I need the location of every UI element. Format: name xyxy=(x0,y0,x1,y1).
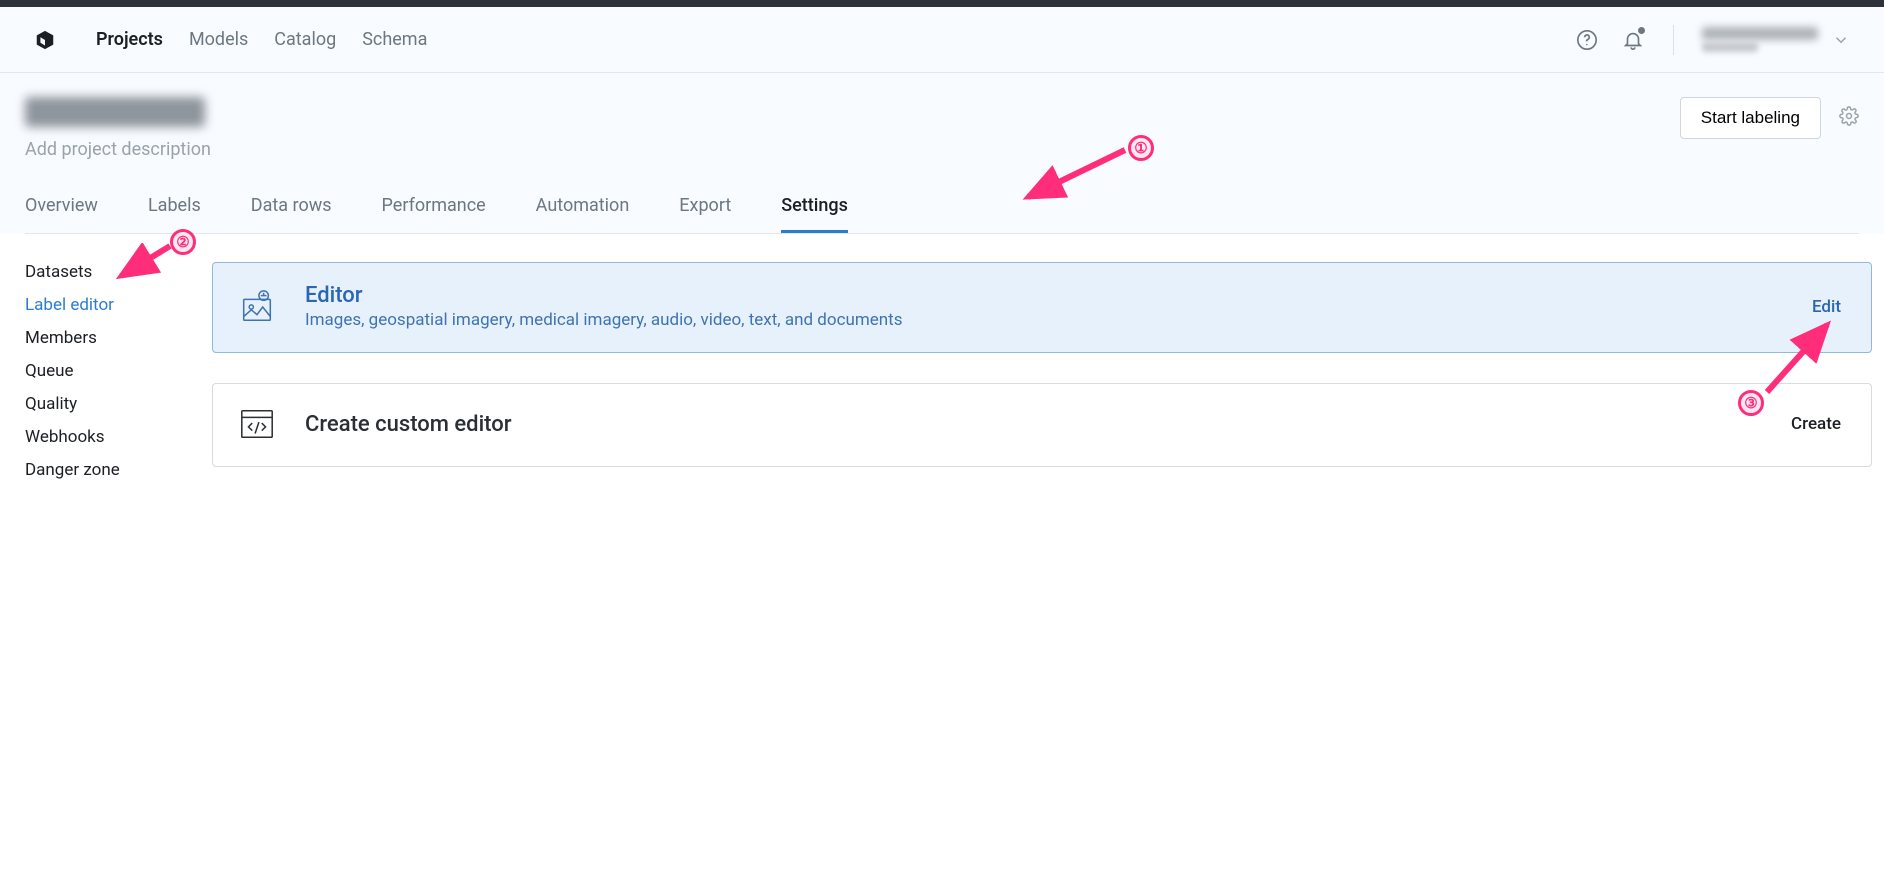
tab-performance[interactable]: Performance xyxy=(382,190,486,233)
nav-models[interactable]: Models xyxy=(189,29,248,50)
sidebar-item-danger-zone[interactable]: Danger zone xyxy=(25,460,180,480)
settings-body: Datasets Label editor Members Queue Qual… xyxy=(0,234,1884,508)
logo-icon[interactable] xyxy=(34,29,56,51)
project-description-placeholder[interactable]: Add project description xyxy=(25,139,211,160)
tab-data-rows[interactable]: Data rows xyxy=(251,190,332,233)
tab-export[interactable]: Export xyxy=(679,190,731,233)
project-title-redacted xyxy=(25,97,205,127)
sidebar-item-webhooks[interactable]: Webhooks xyxy=(25,427,180,447)
browser-top-bar xyxy=(0,0,1884,7)
primary-nav: Projects Models Catalog Schema xyxy=(96,29,427,50)
annotation-marker-2: ② xyxy=(170,229,196,255)
nav-catalog[interactable]: Catalog xyxy=(274,29,336,50)
tab-automation[interactable]: Automation xyxy=(536,190,630,233)
nav-projects[interactable]: Projects xyxy=(96,29,163,50)
user-menu[interactable] xyxy=(1702,27,1850,52)
settings-main: Editor Images, geospatial imagery, medic… xyxy=(212,262,1872,480)
header-actions xyxy=(1575,25,1850,55)
create-button[interactable]: Create xyxy=(1791,414,1841,434)
annotation-marker-3: ③ xyxy=(1738,390,1764,416)
start-labeling-button[interactable]: Start labeling xyxy=(1680,97,1821,139)
user-name-redacted xyxy=(1702,27,1818,40)
sidebar-item-queue[interactable]: Queue xyxy=(25,361,180,381)
custom-editor-card-text: Create custom editor xyxy=(305,412,1763,437)
code-icon xyxy=(237,404,277,444)
sidebar-item-label-editor[interactable]: Label editor xyxy=(25,295,180,315)
help-icon[interactable] xyxy=(1575,28,1599,52)
user-org-redacted xyxy=(1702,42,1758,52)
settings-sidebar: Datasets Label editor Members Queue Qual… xyxy=(25,262,180,480)
editor-card-text: Editor Images, geospatial imagery, medic… xyxy=(305,283,1784,330)
chevron-down-icon xyxy=(1832,31,1850,49)
app-header: Projects Models Catalog Schema xyxy=(0,7,1884,73)
annotation-arrow-3 xyxy=(1757,317,1837,397)
divider xyxy=(1673,25,1674,55)
editor-card-subtitle: Images, geospatial imagery, medical imag… xyxy=(305,310,1784,330)
project-header: Add project description Start labeling O… xyxy=(0,73,1884,234)
annotation-arrow-1 xyxy=(1020,145,1128,205)
tab-settings[interactable]: Settings xyxy=(781,190,848,233)
editor-card[interactable]: Editor Images, geospatial imagery, medic… xyxy=(212,262,1872,353)
annotation-arrow-2 xyxy=(115,243,175,283)
tab-labels[interactable]: Labels xyxy=(148,190,201,233)
annotation-marker-1: ① xyxy=(1128,135,1154,161)
sidebar-item-members[interactable]: Members xyxy=(25,328,180,348)
nav-schema[interactable]: Schema xyxy=(362,29,427,50)
editor-card-title: Editor xyxy=(305,283,1784,308)
custom-editor-title: Create custom editor xyxy=(305,412,1763,437)
custom-editor-card[interactable]: Create custom editor Create xyxy=(212,383,1872,467)
sidebar-item-quality[interactable]: Quality xyxy=(25,394,180,414)
notifications-icon[interactable] xyxy=(1621,28,1645,52)
project-tabs: Overview Labels Data rows Performance Au… xyxy=(25,190,1859,234)
editor-icon xyxy=(237,287,277,327)
edit-button[interactable]: Edit xyxy=(1812,297,1841,317)
gear-icon[interactable] xyxy=(1839,106,1859,130)
tab-overview[interactable]: Overview xyxy=(25,190,98,233)
